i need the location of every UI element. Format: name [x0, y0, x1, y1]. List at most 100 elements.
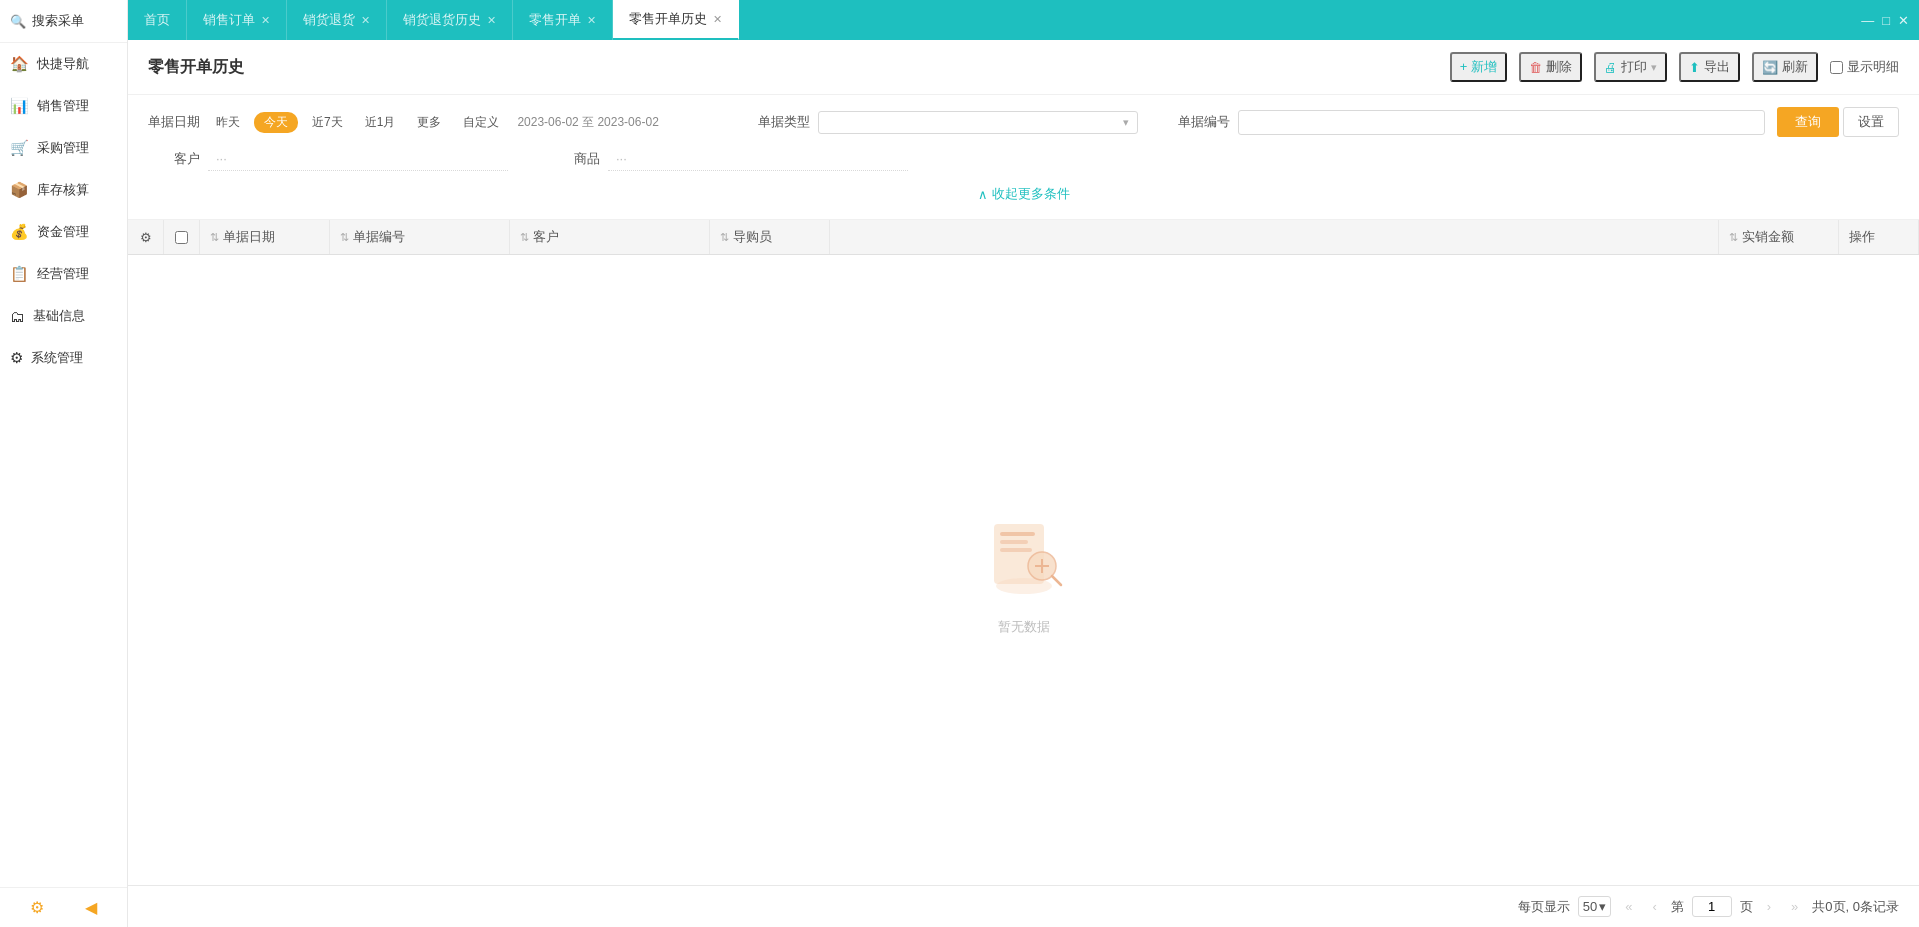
- sales-icon: 📊: [10, 97, 29, 115]
- th-guide: ⇅ 导购员: [710, 220, 830, 254]
- tab-sales-return-history-close[interactable]: ✕: [487, 14, 496, 27]
- empty-text: 暂无数据: [998, 618, 1050, 636]
- show-detail-checkbox[interactable]: 显示明细: [1830, 58, 1899, 76]
- search-icon: 🔍: [10, 14, 26, 29]
- refresh-button[interactable]: 🔄 刷新: [1752, 52, 1818, 82]
- sidebar-search-label: 搜索采单: [32, 12, 84, 30]
- pagination-next-btn[interactable]: ›: [1761, 897, 1777, 916]
- th-date-label: 单据日期: [223, 228, 275, 246]
- date-range-text: 2023-06-02 至 2023-06-02: [517, 114, 658, 131]
- tab-sales-order[interactable]: 销售订单 ✕: [187, 0, 287, 40]
- th-customer-label: 客户: [533, 228, 559, 246]
- tab-retail-history-close[interactable]: ✕: [713, 13, 722, 26]
- add-button[interactable]: + 新增: [1450, 52, 1507, 82]
- date-yesterday-btn[interactable]: 昨天: [208, 112, 248, 133]
- sort-date-icon[interactable]: ⇅: [210, 231, 219, 244]
- tab-retail-history[interactable]: 零售开单历史 ✕: [613, 0, 739, 40]
- date-7days-btn[interactable]: 近7天: [304, 112, 351, 133]
- tab-bar: 首页 销售订单 ✕ 销货退货 ✕ 销货退货历史 ✕ 零售开单 ✕ 零售开单历史 …: [128, 0, 1919, 40]
- sidebar-item-label: 基础信息: [33, 307, 85, 325]
- sort-customer-icon[interactable]: ⇅: [520, 231, 529, 244]
- select-all-checkbox[interactable]: [175, 231, 188, 244]
- sidebar-item-label: 采购管理: [37, 139, 89, 157]
- maximize-button[interactable]: □: [1882, 13, 1890, 28]
- tab-sales-order-close[interactable]: ✕: [261, 14, 270, 27]
- tab-sales-return-label: 销货退货: [303, 11, 355, 29]
- tab-sales-return-close[interactable]: ✕: [361, 14, 370, 27]
- finance-icon: 💰: [10, 223, 29, 241]
- collapse-row: ∧ 收起更多条件: [148, 181, 1899, 207]
- sidebar-item-finance[interactable]: 💰 资金管理: [0, 211, 127, 253]
- filter-row-1: 单据日期 昨天 今天 近7天 近1月 更多 自定义 2023-06-02 至 2…: [148, 107, 1899, 137]
- show-detail-input[interactable]: [1830, 61, 1843, 74]
- refresh-button-label: 刷新: [1782, 58, 1808, 76]
- date-today-btn[interactable]: 今天: [254, 112, 298, 133]
- page-content: 零售开单历史 + 新增 🗑 删除 🖨 打印 ▾ ⬆ 导出: [128, 40, 1919, 927]
- sort-no-icon[interactable]: ⇅: [340, 231, 349, 244]
- sort-guide-icon[interactable]: ⇅: [720, 231, 729, 244]
- date-custom-btn[interactable]: 自定义: [455, 112, 507, 133]
- sidebar-item-quick-nav[interactable]: 🏠 快捷导航: [0, 43, 127, 85]
- tab-retail-open-close[interactable]: ✕: [587, 14, 596, 27]
- th-customer: ⇅ 客户: [510, 220, 710, 254]
- tab-sales-return-history[interactable]: 销货退货历史 ✕: [387, 0, 513, 40]
- print-button[interactable]: 🖨 打印 ▾: [1594, 52, 1667, 82]
- setting-button[interactable]: 设置: [1843, 107, 1899, 137]
- page-size-value: 50: [1583, 899, 1597, 914]
- sidebar-gear-button[interactable]: ⚙: [30, 898, 44, 917]
- sidebar-item-operations[interactable]: 📋 经营管理: [0, 253, 127, 295]
- date-1month-btn[interactable]: 近1月: [357, 112, 404, 133]
- tab-home-label: 首页: [144, 11, 170, 29]
- sort-amount-icon[interactable]: ⇅: [1729, 231, 1738, 244]
- collapse-up-icon: ∧: [978, 187, 988, 202]
- export-button[interactable]: ⬆ 导出: [1679, 52, 1740, 82]
- sidebar-collapse-button[interactable]: ◀: [85, 898, 97, 917]
- tab-retail-open[interactable]: 零售开单 ✕: [513, 0, 613, 40]
- delete-icon: 🗑: [1529, 60, 1542, 75]
- th-checkbox[interactable]: [164, 220, 200, 254]
- th-fill: [830, 220, 1719, 254]
- operations-icon: 📋: [10, 265, 29, 283]
- sidebar-item-sales[interactable]: 📊 销售管理: [0, 85, 127, 127]
- pagination-first-btn[interactable]: «: [1619, 897, 1638, 916]
- inventory-icon: 📦: [10, 181, 29, 199]
- pagination-page-input[interactable]: [1692, 896, 1732, 917]
- pagination-last-btn[interactable]: »: [1785, 897, 1804, 916]
- tab-sales-return[interactable]: 销货退货 ✕: [287, 0, 387, 40]
- date-more-btn[interactable]: 更多: [409, 112, 449, 133]
- doc-no-input[interactable]: [1238, 110, 1766, 135]
- close-button[interactable]: ✕: [1898, 13, 1909, 28]
- sidebar-item-system[interactable]: ⚙ 系统管理: [0, 337, 127, 379]
- goods-placeholder: ···: [616, 151, 627, 166]
- tab-home[interactable]: 首页: [128, 0, 187, 40]
- sidebar-item-purchase[interactable]: 🛒 采购管理: [0, 127, 127, 169]
- svg-rect-2: [1000, 532, 1035, 536]
- delete-button[interactable]: 🗑 删除: [1519, 52, 1582, 82]
- sidebar-item-label: 库存核算: [37, 181, 89, 199]
- query-button[interactable]: 查询: [1777, 107, 1839, 137]
- sidebar-search[interactable]: 🔍 搜索采单: [0, 0, 127, 43]
- sidebar-item-label: 系统管理: [31, 349, 83, 367]
- goods-input[interactable]: ···: [608, 147, 908, 171]
- sidebar-item-basic-info[interactable]: 🗂 基础信息: [0, 295, 127, 337]
- sidebar-item-label: 资金管理: [37, 223, 89, 241]
- window-controls: — □ ✕: [1861, 13, 1919, 28]
- collapse-button[interactable]: ∧ 收起更多条件: [978, 185, 1070, 203]
- pagination-prev-btn[interactable]: ‹: [1646, 897, 1662, 916]
- purchase-icon: 🛒: [10, 139, 29, 157]
- add-button-label: + 新增: [1460, 58, 1497, 76]
- customer-input[interactable]: ···: [208, 147, 508, 171]
- filter-area: 单据日期 昨天 今天 近7天 近1月 更多 自定义 2023-06-02 至 2…: [128, 95, 1919, 220]
- th-settings[interactable]: ⚙: [128, 220, 164, 254]
- th-op-label: 操作: [1849, 228, 1875, 246]
- page-header: 零售开单历史 + 新增 🗑 删除 🖨 打印 ▾ ⬆ 导出: [128, 40, 1919, 95]
- minimize-button[interactable]: —: [1861, 13, 1874, 28]
- sidebar-item-label: 销售管理: [37, 97, 89, 115]
- page-size-select[interactable]: 50 ▾: [1578, 896, 1611, 917]
- doc-type-select[interactable]: ▾: [818, 111, 1138, 134]
- home-icon: 🏠: [10, 55, 29, 73]
- sidebar-item-inventory[interactable]: 📦 库存核算: [0, 169, 127, 211]
- filter-row-2: 客户 ··· 商品 ···: [148, 147, 1899, 171]
- doc-type-label: 单据类型: [758, 113, 818, 131]
- print-icon: 🖨: [1604, 60, 1617, 75]
